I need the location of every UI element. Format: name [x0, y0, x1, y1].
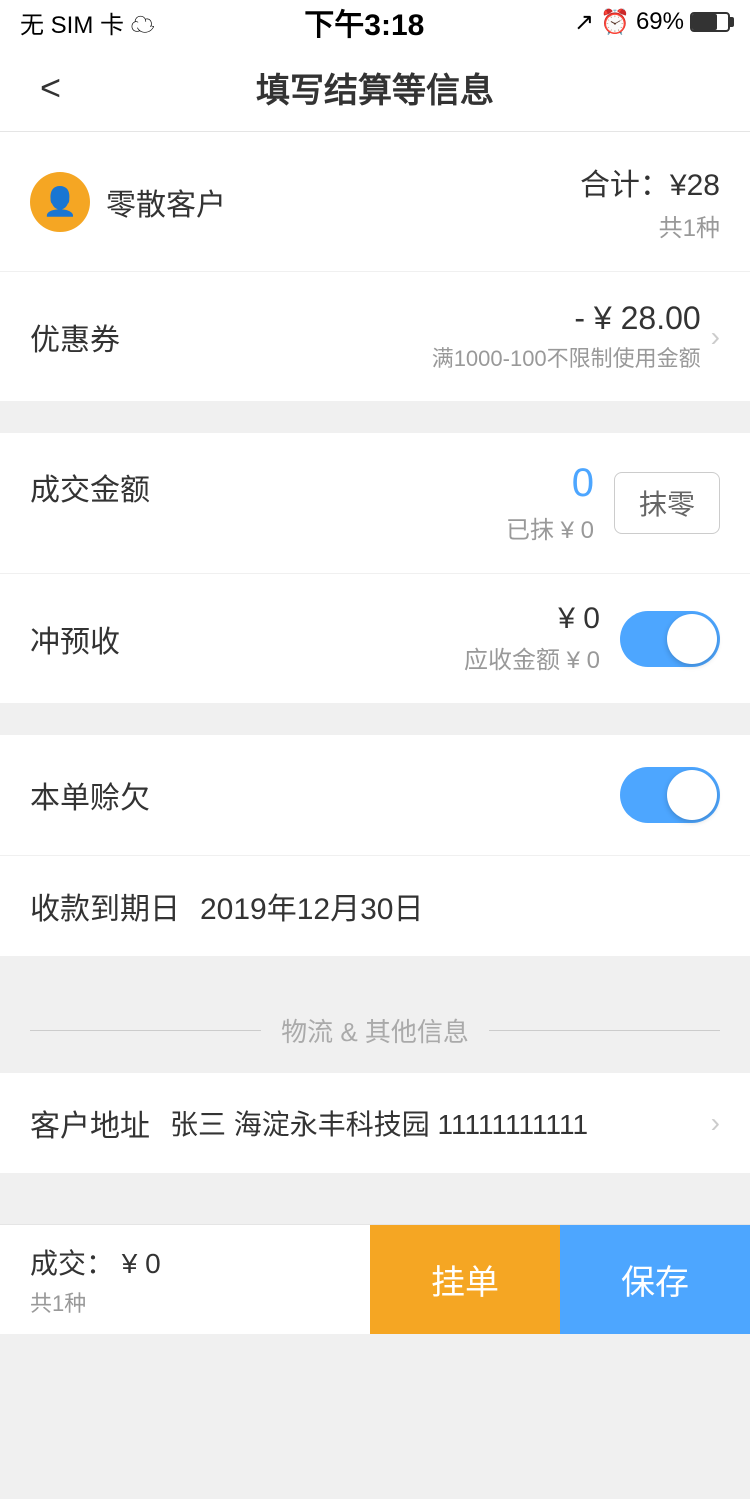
no-sim-text: 无 SIM 卡 ☁ [20, 5, 155, 40]
bottom-summary-amount: 成交： ¥ 0 [30, 1242, 340, 1282]
logistics-line-left [30, 1030, 261, 1031]
coupon-label: 优惠券 [30, 315, 120, 359]
due-date-value[interactable]: 2019年12月30日 [200, 884, 423, 928]
status-time: 下午3:18 [304, 0, 424, 44]
round-zero-button[interactable]: 抹零 [614, 472, 720, 534]
customer-section: 👤 零散客户 合计：¥28 共1种 优惠券 - ¥ 28.00 满1000-10… [0, 132, 750, 401]
prepay-sub: 应收金额 ¥ 0 [464, 640, 600, 675]
credit-section: 本单赊欠 收款到期日 2019年12月30日 [0, 735, 750, 956]
page-title: 填写结算等信息 [256, 63, 494, 112]
due-date-row: 收款到期日 2019年12月30日 [0, 855, 750, 956]
bottom-summary: 成交： ¥ 0 共1种 [0, 1225, 370, 1334]
coupon-amount: - ¥ 28.00 [432, 300, 701, 337]
transaction-row: 成交金额 0 已抹 ¥ 0 抹零 [0, 433, 750, 574]
prepay-right: ¥ 0 应收金额 ¥ 0 [464, 602, 720, 675]
coupon-info: - ¥ 28.00 满1000-100不限制使用金额 [432, 300, 701, 373]
transaction-section: 成交金额 0 已抹 ¥ 0 抹零 冲预收 ¥ 0 应收金额 ¥ 0 [0, 433, 750, 703]
bottom-summary-label: 成交： [30, 1248, 114, 1279]
customer-row: 👤 零散客户 合计：¥28 共1种 [0, 132, 750, 271]
status-bar: 无 SIM 卡 ☁ 下午3:18 ↗ ⏰ 69% [0, 0, 750, 44]
transaction-value-wrap: 0 已抹 ¥ 0 [506, 461, 594, 545]
battery-icon [690, 12, 730, 32]
bottom-summary-value: ¥ 0 [122, 1248, 161, 1279]
bottom-summary-count: 共1种 [30, 1286, 340, 1318]
customer-left: 👤 零散客户 [30, 172, 226, 232]
back-button[interactable]: < [30, 57, 71, 119]
coupon-desc: 满1000-100不限制使用金额 [432, 341, 701, 373]
total-count: 共1种 [580, 208, 720, 243]
address-label: 客户地址 [30, 1101, 150, 1145]
divider-1 [0, 417, 750, 433]
location-icon: ↗ [574, 8, 594, 37]
total-amount: 合计：¥28 [580, 160, 720, 204]
transaction-value[interactable]: 0 [506, 461, 594, 506]
alarm-icon: ⏰ [600, 8, 630, 37]
chevron-right-icon: › [711, 321, 720, 353]
logistics-line-right [489, 1030, 720, 1031]
prepay-amount: ¥ 0 [464, 602, 600, 636]
credit-row: 本单赊欠 [0, 735, 750, 855]
prepay-row: 冲预收 ¥ 0 应收金额 ¥ 0 [0, 574, 750, 703]
address-chevron-icon: › [711, 1107, 720, 1139]
credit-label: 本单赊欠 [30, 773, 150, 817]
coupon-row[interactable]: 优惠券 - ¥ 28.00 满1000-100不限制使用金额 › [0, 271, 750, 401]
coupon-right: - ¥ 28.00 满1000-100不限制使用金额 › [432, 300, 720, 373]
person-icon: 👤 [43, 185, 78, 218]
address-value: 张三 海淀永丰科技园 11111111111 [170, 1103, 711, 1143]
customer-avatar: 👤 [30, 172, 90, 232]
due-date-label: 收款到期日 [30, 884, 180, 928]
logistics-text: 物流 & 其他信息 [281, 1012, 469, 1049]
divider-2 [0, 719, 750, 735]
nav-bar: < 填写结算等信息 [0, 44, 750, 132]
credit-toggle-knob [667, 770, 717, 820]
customer-name: 零散客户 [106, 180, 226, 224]
credit-toggle[interactable] [620, 767, 720, 823]
status-right: ↗ ⏰ 69% [574, 8, 730, 37]
status-left: 无 SIM 卡 ☁ [20, 5, 155, 40]
transaction-label: 成交金额 [30, 461, 150, 509]
hang-button[interactable]: 挂单 [370, 1225, 560, 1334]
prepay-toggle[interactable] [620, 611, 720, 667]
divider-3 [0, 972, 750, 988]
prepay-values: ¥ 0 应收金额 ¥ 0 [464, 602, 600, 675]
address-row[interactable]: 客户地址 张三 海淀永丰科技园 11111111111 › [0, 1073, 750, 1173]
battery-text: 69% [636, 8, 684, 36]
transaction-sub: 已抹 ¥ 0 [506, 510, 594, 545]
logistics-divider: 物流 & 其他信息 [0, 988, 750, 1073]
customer-right: 合计：¥28 共1种 [580, 160, 720, 243]
transaction-right: 0 已抹 ¥ 0 抹零 [506, 461, 720, 545]
save-button[interactable]: 保存 [560, 1225, 750, 1334]
address-section: 客户地址 张三 海淀永丰科技园 11111111111 › [0, 1073, 750, 1173]
toggle-knob [667, 614, 717, 664]
bottom-bar: 成交： ¥ 0 共1种 挂单 保存 [0, 1224, 750, 1334]
prepay-label: 冲预收 [30, 617, 120, 661]
